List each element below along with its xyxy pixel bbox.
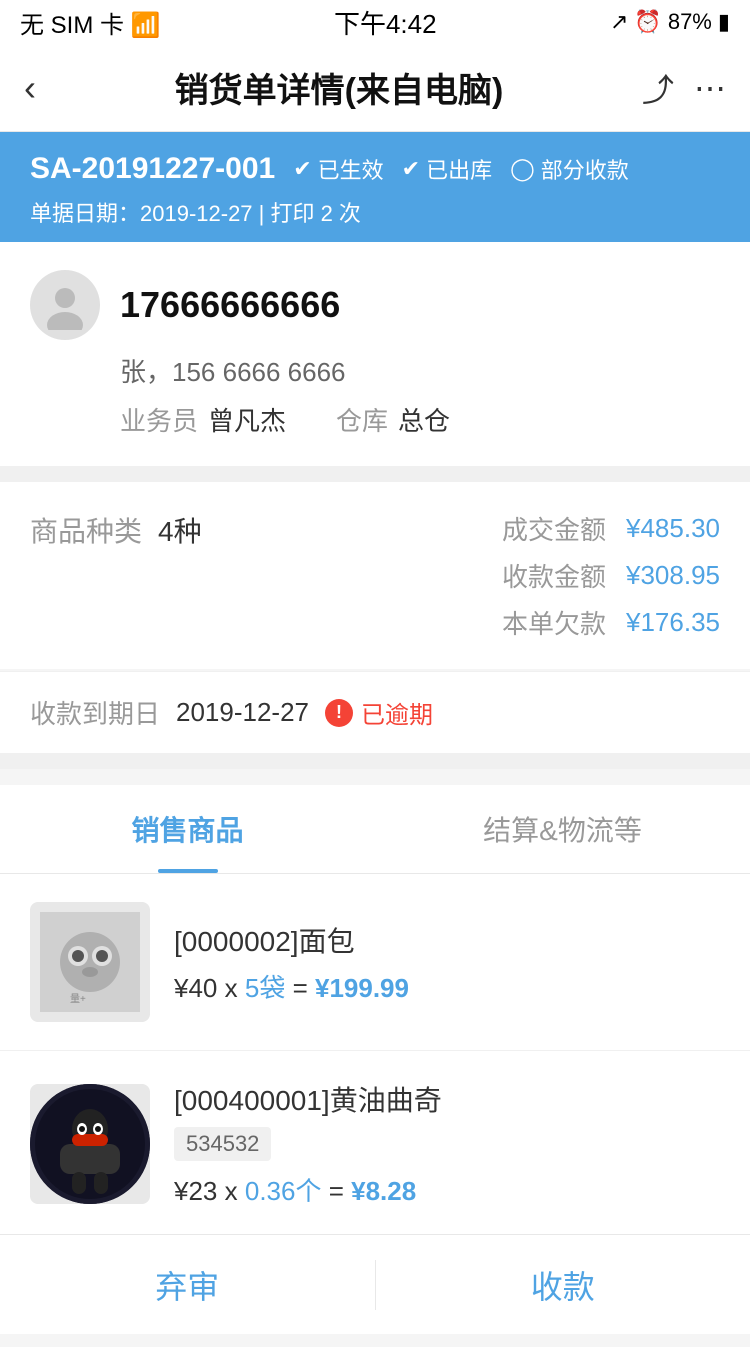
product-name-1: [0000002]面包 (174, 920, 720, 960)
customer-meta: 业务员 曾凡杰 仓库 总仓 (120, 401, 720, 438)
customer-sub: 张，156 6666 6666 (120, 352, 720, 389)
product-total-1: ¥199.99 (315, 973, 409, 1003)
battery-icon: ▮ (718, 9, 730, 35)
product-name-2: [000400001]黄油曲奇 (174, 1079, 720, 1119)
received-value: ¥308.95 (626, 560, 720, 591)
product-type-value: 4种 (158, 510, 202, 550)
product-thumb-1: 量+ (30, 902, 150, 1022)
salesperson-item: 业务员 曾凡杰 (120, 401, 286, 438)
warehouse-item: 仓库 总仓 (336, 401, 450, 438)
divider-1 (0, 466, 750, 482)
list-item: [000400001]黄油曲奇 534532 ¥23 x 0.36个 = ¥8.… (0, 1051, 750, 1237)
deal-amount-label: 成交金额 (502, 510, 606, 547)
product-qty-2: 0.36个 (245, 1176, 322, 1206)
warehouse-label: 仓库 (336, 401, 388, 438)
stats-section: 商品种类 4种 成交金额 ¥485.30 收款金额 ¥308.95 本单欠款 ¥… (0, 482, 750, 669)
share-button[interactable]: ⤴ (642, 65, 674, 111)
clock-icon: ◯ (510, 156, 535, 182)
overdue-badge: ! 已逾期 (325, 695, 433, 730)
deal-amount-value: ¥485.30 (626, 513, 720, 544)
tabs-section: 销售商品 结算&物流等 量+ (0, 785, 750, 1237)
battery-level: 87% (668, 9, 712, 35)
due-section: 收款到期日 2019-12-27 ! 已逾期 (0, 671, 750, 753)
gps-icon: ↗ (610, 9, 628, 35)
status-right: ↗ ⏰ 87% ▮ (610, 9, 730, 35)
order-id: SA-20191227-001 (30, 152, 275, 186)
back-button[interactable]: ‹ (24, 67, 36, 109)
more-button[interactable]: ⋯ (694, 69, 726, 107)
debt-value: ¥176.35 (626, 607, 720, 638)
page-title: 销货单详情(来自电脑) (175, 63, 504, 112)
svg-text:量+: 量+ (70, 993, 86, 1005)
product-price-2: ¥23 x 0.36个 = ¥8.28 (174, 1171, 720, 1208)
salesperson-label: 业务员 (120, 401, 198, 438)
check-icon-2: ✔ (402, 156, 420, 182)
product-total-2: ¥8.28 (351, 1176, 416, 1206)
product-type-stat: 商品种类 4种 (30, 510, 202, 550)
deal-amount-line: 成交金额 ¥485.30 (502, 510, 720, 547)
received-amount-line: 收款金额 ¥308.95 (502, 557, 720, 594)
debt-label: 本单欠款 (502, 604, 606, 641)
nav-actions: ⤴ ⋯ (642, 65, 726, 111)
overdue-text: 已逾期 (361, 695, 433, 730)
nav-bar: ‹ 销货单详情(来自电脑) ⤴ ⋯ (0, 44, 750, 132)
due-date: 2019-12-27 (176, 697, 309, 728)
badge-shipped: ✔ 已出库 (402, 153, 492, 185)
status-bar: 无 SIM 卡 📶 下午4:42 ↗ ⏰ 87% ▮ (0, 0, 750, 44)
due-label: 收款到期日 (30, 694, 160, 731)
product-qty-1: 5袋 (245, 973, 285, 1003)
customer-section: 17666666666 张，156 6666 6666 业务员 曾凡杰 仓库 总… (0, 242, 750, 466)
salesperson-value: 曾凡杰 (208, 401, 286, 438)
amount-stats: 成交金额 ¥485.30 收款金额 ¥308.95 本单欠款 ¥176.35 (502, 510, 720, 641)
alarm-icon: ⏰ (634, 9, 661, 35)
debt-amount-line: 本单欠款 ¥176.35 (502, 604, 720, 641)
badge-partial: ◯ 部分收款 (510, 153, 629, 185)
customer-phone: 17666666666 (120, 284, 340, 326)
product-price-1: ¥40 x 5袋 = ¥199.99 (174, 968, 720, 1005)
order-date: 单据日期：2019-12-27 | 打印 2 次 (30, 201, 361, 226)
status-time: 下午4:42 (334, 4, 437, 41)
tabs-row: 销售商品 结算&物流等 (0, 785, 750, 874)
product-image-2 (30, 1084, 150, 1204)
product-thumb-2 (30, 1084, 150, 1204)
product-list: 量+ [0000002]面包 ¥40 x 5袋 = ¥199.99 (0, 874, 750, 1237)
tab-sales-products[interactable]: 销售商品 (0, 785, 375, 873)
product-tag-2: 534532 (174, 1127, 271, 1161)
product-info-2: [000400001]黄油曲奇 534532 ¥23 x 0.36个 = ¥8.… (174, 1079, 720, 1208)
check-icon: ✔ (293, 156, 311, 182)
cancel-button[interactable]: 弃审 (0, 1262, 375, 1308)
tab-settlement[interactable]: 结算&物流等 (375, 785, 750, 873)
divider-2 (0, 753, 750, 769)
confirm-button[interactable]: 收款 (376, 1262, 750, 1308)
product-info-1: [0000002]面包 ¥40 x 5袋 = ¥199.99 (174, 920, 720, 1005)
warehouse-value: 总仓 (398, 401, 450, 438)
product-type-label: 商品种类 (30, 510, 142, 550)
list-item: 量+ [0000002]面包 ¥40 x 5袋 = ¥199.99 (0, 874, 750, 1051)
overdue-icon: ! (325, 699, 353, 727)
badge-effective: ✔ 已生效 (293, 153, 383, 185)
status-left: 无 SIM 卡 📶 (20, 5, 161, 40)
bottom-bar: 弃审 收款 (0, 1234, 750, 1334)
header-banner: SA-20191227-001 ✔ 已生效 ✔ 已出库 ◯ 部分收款 单据日期：… (0, 132, 750, 242)
received-label: 收款金额 (502, 557, 606, 594)
customer-avatar (30, 270, 100, 340)
